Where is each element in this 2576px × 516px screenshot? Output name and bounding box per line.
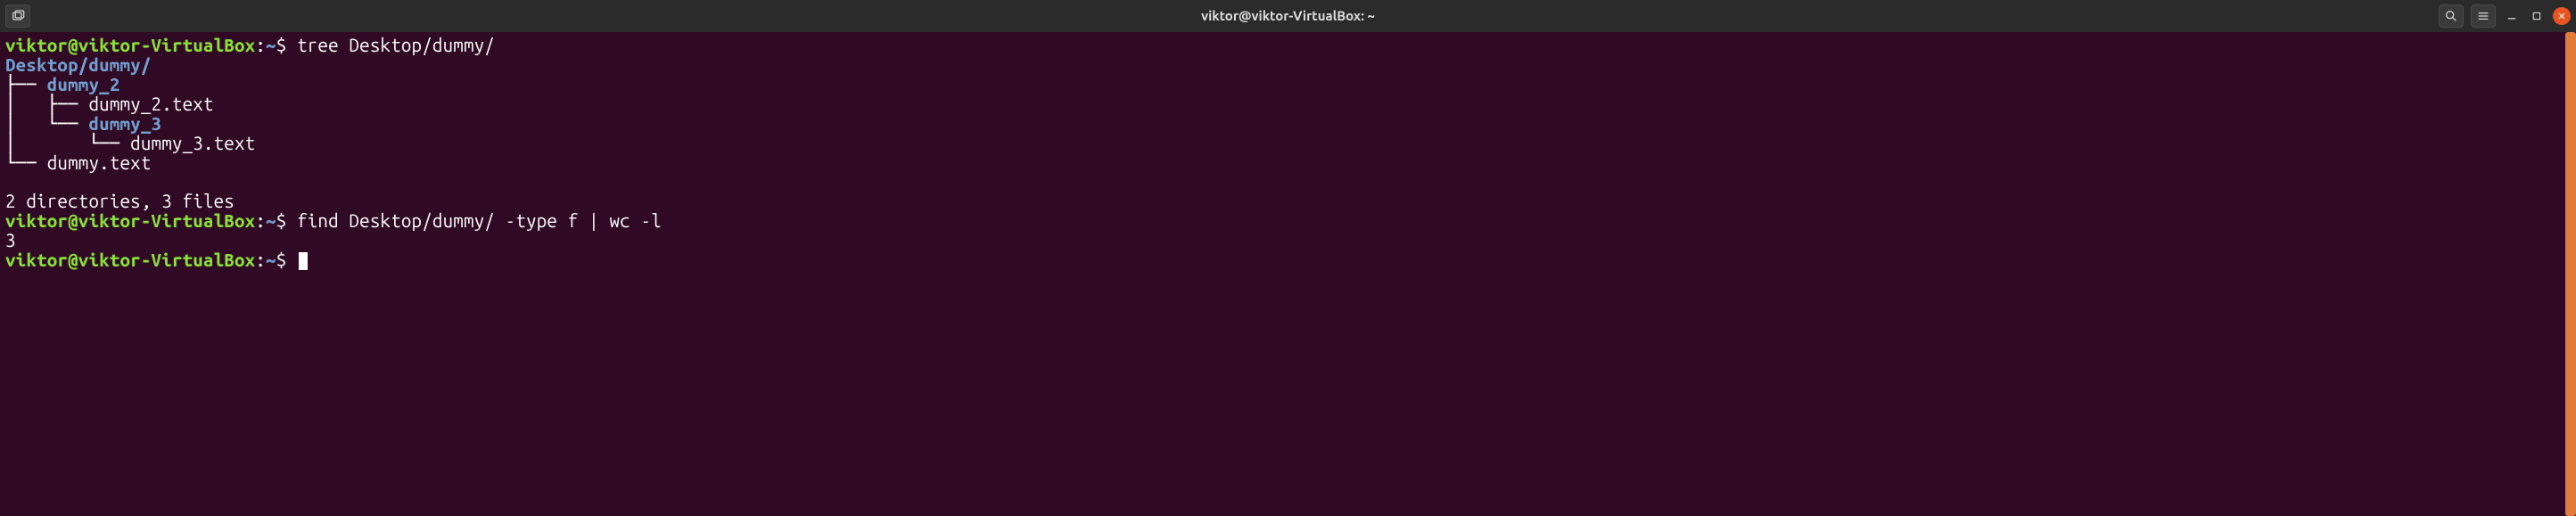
search-icon — [2444, 9, 2458, 23]
search-button[interactable] — [2439, 4, 2464, 28]
command-2: find Desktop/dummy/ -type f | wc -l — [286, 210, 661, 231]
prompt-colon: : — [255, 210, 266, 231]
tree-branch: │ ├── — [5, 94, 88, 114]
window-title: viktor@viktor-VirtualBox: ~ — [1201, 9, 1375, 24]
prompt-user: viktor@viktor-VirtualBox — [5, 35, 255, 55]
new-tab-icon — [11, 9, 25, 23]
prompt-dollar: $ — [276, 210, 287, 231]
command-3 — [286, 250, 297, 270]
hamburger-menu-button[interactable] — [2471, 4, 2496, 28]
new-tab-button[interactable] — [5, 4, 30, 28]
tree-branch: │ └── — [5, 133, 130, 153]
prompt-path: ~ — [266, 250, 276, 270]
minimize-button[interactable] — [2503, 7, 2521, 25]
close-icon — [2557, 12, 2566, 20]
command-1: tree Desktop/dummy/ — [286, 35, 495, 55]
scrollbar-thumb[interactable] — [2565, 32, 2576, 516]
cursor — [299, 252, 308, 270]
tree-branch: │ └── — [5, 113, 88, 134]
minimize-icon — [2506, 10, 2518, 22]
titlebar-right — [2439, 4, 2571, 28]
tree-dir: dummy_3 — [88, 113, 161, 134]
hamburger-icon — [2476, 9, 2490, 23]
titlebar-left — [5, 4, 30, 28]
titlebar: viktor@viktor-VirtualBox: ~ — [0, 0, 2576, 32]
prompt-colon: : — [255, 250, 266, 270]
tree-branch: ├── — [5, 74, 47, 94]
tree-branch: └── — [5, 152, 47, 173]
tree-root: Desktop/dummy/ — [5, 54, 152, 75]
maximize-icon — [2531, 11, 2542, 21]
terminal-body[interactable]: viktor@viktor-VirtualBox:~$ tree Desktop… — [0, 32, 2576, 516]
close-button[interactable] — [2553, 7, 2571, 25]
output-2: 3 — [5, 230, 16, 250]
prompt-user: viktor@viktor-VirtualBox — [5, 210, 255, 231]
tree-summary: 2 directories, 3 files — [5, 191, 235, 211]
prompt-dollar: $ — [276, 250, 287, 270]
terminal-window: viktor@viktor-VirtualBox: ~ — [0, 0, 2576, 516]
prompt-user: viktor@viktor-VirtualBox — [5, 250, 255, 270]
prompt-dollar: $ — [276, 35, 287, 55]
scrollbar-track[interactable] — [2565, 32, 2576, 516]
tree-file: dummy_2.text — [88, 94, 213, 114]
prompt-path: ~ — [266, 210, 276, 231]
tree-file: dummy_3.text — [130, 133, 255, 153]
prompt-colon: : — [255, 35, 266, 55]
maximize-button[interactable] — [2528, 7, 2546, 25]
tree-file: dummy.text — [47, 152, 152, 173]
prompt-path: ~ — [266, 35, 276, 55]
tree-dir: dummy_2 — [47, 74, 120, 94]
